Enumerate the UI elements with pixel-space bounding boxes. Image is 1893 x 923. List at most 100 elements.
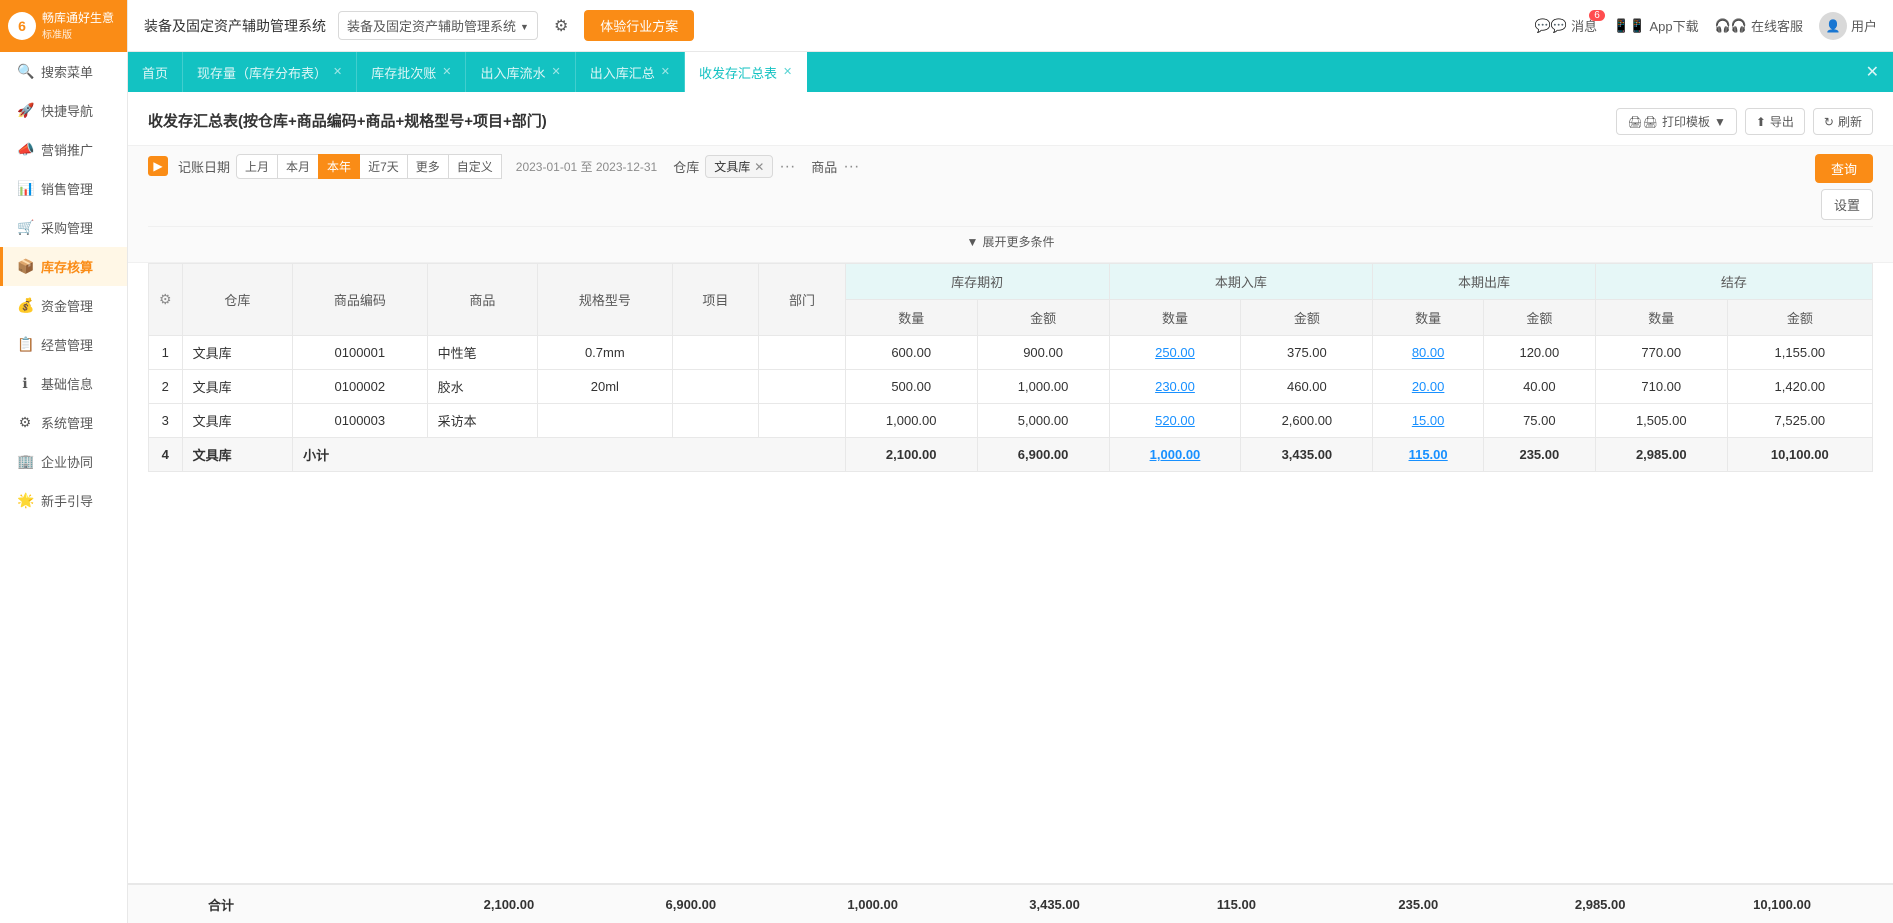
tab-close-1[interactable]: ✕ <box>333 67 342 78</box>
footer-opening-amt: 6,900.00 <box>600 897 782 912</box>
sub-in-qty[interactable]: 1,000.00 <box>1109 438 1241 472</box>
setting-btn[interactable]: 设置 <box>1821 189 1873 220</box>
filter-actions: 查询 设置 <box>1815 154 1873 220</box>
date-btn-this-month[interactable]: 本月 <box>277 154 319 179</box>
date-btn-prev-month[interactable]: 上月 <box>236 154 278 179</box>
query-btn[interactable]: 查询 <box>1815 154 1873 183</box>
sidebar-label-operations: 经营管理 <box>41 335 93 354</box>
sidebar-item-basic[interactable]: ℹ 基础信息 <box>0 364 127 403</box>
warehouse-dots[interactable]: ··· <box>779 158 795 176</box>
table-settings-icon[interactable]: ⚙ <box>159 291 172 307</box>
sales-icon: 📊 <box>17 180 33 197</box>
warehouse-filter-field: 仓库 文具库 ✕ ··· <box>673 155 795 178</box>
sub-out-qty[interactable]: 115.00 <box>1373 438 1484 472</box>
online-service-btn[interactable]: 🎧 在线客服 <box>1715 16 1803 35</box>
cell-goods-code: 0100003 <box>293 404 427 438</box>
table-footer: 合计 2,100.006,900.001,000.003,435.00115.0… <box>128 883 1893 923</box>
tab-2[interactable]: 库存批次账 ✕ <box>357 52 466 92</box>
system-name-label: 装备及固定资产辅助管理系统 <box>144 16 326 36</box>
tab-1[interactable]: 现存量（库存分布表） ✕ <box>183 52 357 92</box>
sidebar-item-system[interactable]: ⚙ 系统管理 <box>0 403 127 442</box>
tab-close-5[interactable]: ✕ <box>783 67 792 78</box>
message-btn[interactable]: 💬 消息 6 <box>1535 16 1597 35</box>
cell-goods-code: 0100001 <box>293 336 427 370</box>
warehouse-tag-close-icon[interactable]: ✕ <box>754 160 764 174</box>
export-label: 导出 <box>1770 113 1794 130</box>
tab-close-4[interactable]: ✕ <box>661 67 670 78</box>
sidebar-item-marketing[interactable]: 📣 营销推广 <box>0 130 127 169</box>
filter-section: ▶ 记账日期 上月 本月 本年 近7天 更多 自定义 <box>128 146 1893 263</box>
th-opening-amt: 金额 <box>977 300 1109 336</box>
cell-opening-amt: 1,000.00 <box>977 370 1109 404</box>
cell-out-qty[interactable]: 80.00 <box>1373 336 1484 370</box>
sidebar-label-inventory: 库存核算 <box>41 257 93 276</box>
sidebar-item-inventory[interactable]: 📦 库存核算 <box>0 247 127 286</box>
th-in-amt: 金额 <box>1241 300 1373 336</box>
page-title: 收发存汇总表(按仓库+商品编码+商品+规格型号+项目+部门) <box>148 110 547 131</box>
filter-toggle-btn[interactable]: ▶ <box>148 156 168 176</box>
export-btn[interactable]: ⬆ 导出 <box>1745 108 1805 135</box>
sidebar-item-search[interactable]: 🔍 搜索菜单 <box>0 52 127 91</box>
sidebar-item-purchase[interactable]: 🛒 采购管理 <box>0 208 127 247</box>
tabbar: 首页现存量（库存分布表）✕库存批次账✕出入库流水✕出入库汇总✕收发存汇总表✕ ✕ <box>128 52 1893 92</box>
warehouse-tag[interactable]: 文具库 ✕ <box>705 155 773 178</box>
cell-out-qty[interactable]: 20.00 <box>1373 370 1484 404</box>
refresh-icon: ↻ <box>1824 115 1834 129</box>
print-arrow-icon: ▼ <box>1714 115 1726 129</box>
sidebar-item-finance[interactable]: 💰 资金管理 <box>0 286 127 325</box>
tab-close-3[interactable]: ✕ <box>552 67 561 78</box>
print-btn[interactable]: 🖨 打印模板 ▼ <box>1616 108 1736 135</box>
filter-inner: ▶ 记账日期 上月 本月 本年 近7天 更多 自定义 <box>148 154 1873 220</box>
sidebar-item-quick-nav[interactable]: 🚀 快捷导航 <box>0 91 127 130</box>
tab-label-1: 现存量（库存分布表） <box>197 63 327 82</box>
user-area[interactable]: 👤 用户 <box>1819 12 1877 40</box>
sidebar-item-company[interactable]: 🏢 企业协同 <box>0 442 127 481</box>
sidebar-label-newbie: 新手引导 <box>41 491 93 510</box>
cell-department <box>759 370 846 404</box>
sub-out-amt: 235.00 <box>1483 438 1595 472</box>
topbar-right: 💬 消息 6 📱 App下载 🎧 在线客服 👤 用户 <box>1535 12 1877 40</box>
tab-3[interactable]: 出入库流水✕ <box>466 52 575 92</box>
cell-in-qty[interactable]: 250.00 <box>1109 336 1241 370</box>
cell-in-qty[interactable]: 520.00 <box>1109 404 1241 438</box>
sub-opening-amt: 6,900.00 <box>977 438 1109 472</box>
date-btn-this-year[interactable]: 本年 <box>318 154 360 179</box>
sidebar-item-operations[interactable]: 📋 经营管理 <box>0 325 127 364</box>
cell-seq: 2 <box>149 370 183 404</box>
sidebar-item-newbie[interactable]: 🌟 新手引导 <box>0 481 127 520</box>
date-button-group: 上月 本月 本年 近7天 更多 自定义 <box>236 154 502 179</box>
tab-4[interactable]: 出入库汇总 ✕ <box>576 52 685 92</box>
footer-opening-qty: 2,100.00 <box>418 897 600 912</box>
gear-icon[interactable]: ⚙ <box>550 12 572 40</box>
tab-label-4: 出入库汇总 <box>590 63 655 82</box>
cell-goods-name: 中性笔 <box>427 336 538 370</box>
cell-balance-qty: 1,505.00 <box>1595 404 1727 438</box>
sub-opening-qty: 2,100.00 <box>845 438 977 472</box>
logo-title: 畅库通好生意 <box>42 11 114 27</box>
sidebar-item-sales[interactable]: 📊 销售管理 <box>0 169 127 208</box>
cell-out-qty[interactable]: 15.00 <box>1373 404 1484 438</box>
tab-0[interactable]: 首页 <box>128 52 183 92</box>
th-goods-spec: 规格型号 <box>538 264 672 336</box>
filter-fields: 记账日期 上月 本月 本年 近7天 更多 自定义 2023-01-01 至 20… <box>178 154 1805 179</box>
sidebar-logo: 6 畅库通好生意 标准版 <box>0 0 127 52</box>
date-btn-custom[interactable]: 自定义 <box>448 154 502 179</box>
tabbar-close-icon[interactable]: ✕ <box>1852 62 1893 82</box>
goods-dots[interactable]: ··· <box>843 158 859 176</box>
date-btn-more[interactable]: 更多 <box>407 154 449 179</box>
experience-btn[interactable]: 体验行业方案 <box>584 10 694 41</box>
cell-in-qty[interactable]: 230.00 <box>1109 370 1241 404</box>
warehouse-label: 仓库 <box>673 157 699 176</box>
system-dropdown[interactable]: 装备及固定资产辅助管理系统 <box>338 11 538 40</box>
sidebar-label-sales: 销售管理 <box>41 179 93 198</box>
tab-label-2: 库存批次账 <box>371 63 436 82</box>
th-group-out: 本期出库 <box>1373 264 1596 300</box>
tab-5[interactable]: 收发存汇总表✕ <box>685 52 807 92</box>
date-btn-7days[interactable]: 近7天 <box>359 154 408 179</box>
cell-project <box>672 370 759 404</box>
tab-close-2[interactable]: ✕ <box>442 67 451 78</box>
expand-more-btn[interactable]: ▼ 展开更多条件 <box>967 233 1055 250</box>
app-download-btn[interactable]: 📱 App下载 <box>1613 16 1699 35</box>
refresh-btn[interactable]: ↻ 刷新 <box>1813 108 1873 135</box>
th-group-balance: 结存 <box>1595 264 1872 300</box>
